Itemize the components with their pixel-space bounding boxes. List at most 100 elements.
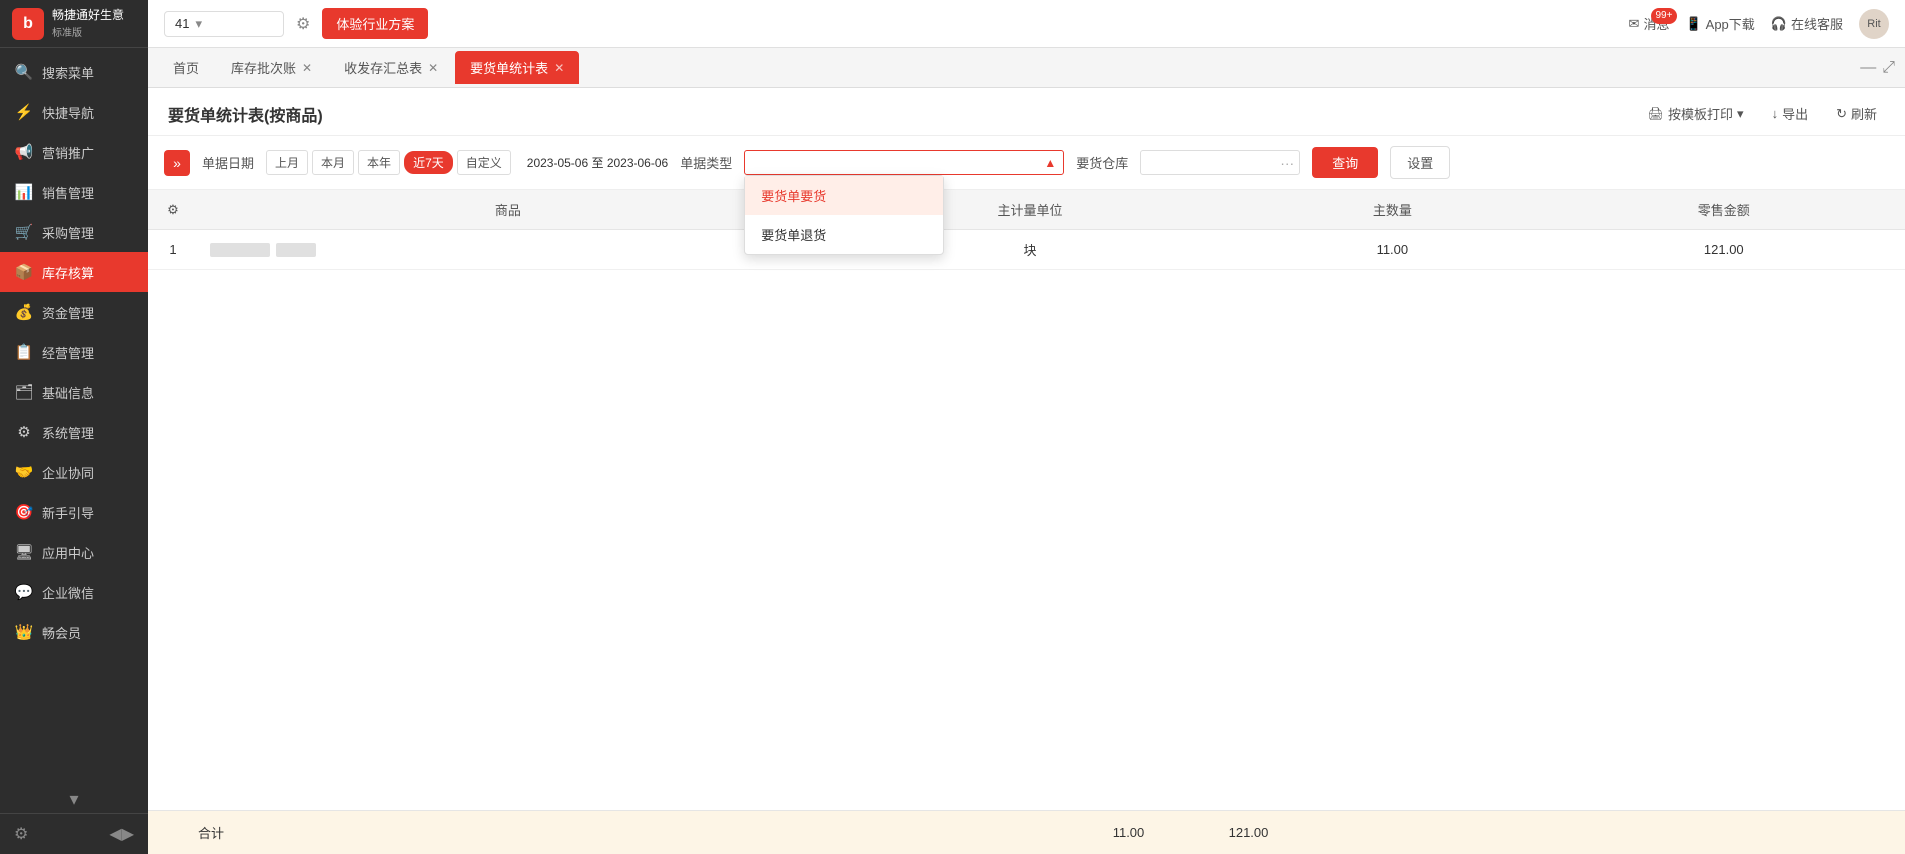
topbar-left: 41 ▾ ⚙ 体验行业方案: [164, 8, 1629, 39]
trial-button[interactable]: 体验行业方案: [322, 8, 428, 39]
sidebar-item-wechat[interactable]: 💬 企业微信: [0, 572, 148, 612]
date-label: 单据日期: [202, 153, 254, 172]
tab-home-label: 首页: [173, 58, 199, 77]
sidebar-item-label: 营销推广: [42, 143, 94, 162]
sidebar-scroll-down[interactable]: ▾: [0, 785, 148, 813]
expand-icon: »: [173, 155, 181, 171]
tabs-bar: 首页 库存批次账 ✕ 收发存汇总表 ✕ 要货单统计表 ✕ — ⤢: [148, 48, 1905, 88]
topbar-gear-icon[interactable]: ⚙: [296, 14, 310, 34]
operations-icon: 📋: [14, 342, 34, 362]
filter-bar: » 单据日期 上月 本月 本年 近7天 自定义 2023-05-06 至 202…: [148, 136, 1905, 190]
warehouse-input-wrapper: ···: [1140, 150, 1300, 175]
sidebar-item-inventory[interactable]: 📦 库存核算: [0, 252, 148, 292]
sidebar-footer: ⚙ ◀▶: [0, 813, 148, 854]
settings-footer-icon[interactable]: ⚙: [14, 824, 28, 844]
type-select-input[interactable]: [744, 150, 1064, 175]
dropdown-item-demand-return[interactable]: 要货单退货: [745, 215, 943, 254]
tab-summary-close[interactable]: ✕: [428, 61, 438, 75]
footer-qty: 11.00: [1069, 825, 1189, 840]
tab-summary-label: 收发存汇总表: [344, 58, 422, 77]
online-service-button[interactable]: 🎧 在线客服: [1771, 14, 1843, 33]
refresh-icon: ↻: [1836, 106, 1847, 122]
member-icon: 👑: [14, 622, 34, 642]
sidebar-item-operations[interactable]: 📋 经营管理: [0, 332, 148, 372]
col-settings[interactable]: ⚙: [148, 190, 198, 230]
footer-cells: 合计 11.00 121.00: [148, 823, 1905, 842]
date-btn-week7[interactable]: 近7天: [404, 151, 453, 174]
sidebar-item-label: 经营管理: [42, 343, 94, 362]
collapse-footer-icon[interactable]: ◀▶: [109, 824, 134, 844]
store-selector[interactable]: 41 ▾: [164, 11, 284, 37]
sidebar-item-search[interactable]: 🔍 搜索菜单: [0, 52, 148, 92]
table-header-row: ⚙ 商品 主计量单位 主数量 零售金额: [148, 190, 1905, 230]
sidebar-item-label: 销售管理: [42, 183, 94, 202]
sidebar-item-marketing[interactable]: 📢 营销推广: [0, 132, 148, 172]
row-product: [198, 230, 818, 270]
tab-demand-label: 要货单统计表: [470, 58, 548, 77]
wechat-icon: 💬: [14, 582, 34, 602]
warehouse-label: 要货仓库: [1076, 153, 1128, 172]
refresh-label: 刷新: [1851, 104, 1877, 123]
sidebar-item-member[interactable]: 👑 畅会员: [0, 612, 148, 652]
table-container: ⚙ 商品 主计量单位 主数量 零售金额 1: [148, 190, 1905, 810]
app-subtitle: 标准版: [52, 24, 124, 39]
row-qty: 11.00: [1242, 230, 1542, 270]
tab-fullscreen-icon[interactable]: ⤢: [1882, 59, 1895, 77]
tab-minimize-icon[interactable]: —: [1860, 59, 1876, 77]
type-dropdown: 要货单要货 要货单退货: [744, 175, 944, 255]
sidebar-item-label: 搜索菜单: [42, 63, 94, 82]
date-buttons: 上月 本月 本年 近7天 自定义: [266, 150, 511, 175]
export-button[interactable]: ↓ 导出: [1764, 100, 1817, 127]
sidebar-item-enterprise[interactable]: 🤝 企业协同: [0, 452, 148, 492]
refresh-button[interactable]: ↻ 刷新: [1828, 100, 1885, 127]
tab-demand-close[interactable]: ✕: [554, 61, 564, 75]
query-button[interactable]: 查询: [1312, 147, 1378, 178]
service-icon: 🎧: [1771, 16, 1787, 32]
tab-summary[interactable]: 收发存汇总表 ✕: [329, 51, 453, 84]
tab-home[interactable]: 首页: [158, 51, 214, 84]
sidebar-item-appstore[interactable]: 🖥 应用中心: [0, 532, 148, 572]
date-btn-up[interactable]: 上月: [266, 150, 308, 175]
marketing-icon: 📢: [14, 142, 34, 162]
topbar: 41 ▾ ⚙ 体验行业方案 ✉ 消息 99+ 📱 App下载 🎧 在线客服 Ri…: [148, 0, 1905, 48]
online-service-label: 在线客服: [1791, 14, 1843, 33]
sidebar-item-basic[interactable]: 🗂 基础信息: [0, 372, 148, 412]
avatar[interactable]: Rit: [1859, 9, 1889, 39]
sidebar-item-label: 系统管理: [42, 423, 94, 442]
date-btn-year[interactable]: 本年: [358, 150, 400, 175]
download-icon: 📱: [1685, 16, 1701, 32]
row-no: 1: [148, 230, 198, 270]
sidebar-item-quicknav[interactable]: ⚡ 快捷导航: [0, 92, 148, 132]
sidebar-item-guide[interactable]: 🎯 新手引导: [0, 492, 148, 532]
dropdown-item-demand-order[interactable]: 要货单要货: [745, 176, 943, 215]
app-download-button[interactable]: 📱 App下载: [1685, 14, 1754, 33]
sidebar-item-system[interactable]: ⚙ 系统管理: [0, 412, 148, 452]
sidebar-item-purchase[interactable]: 🛒 采购管理: [0, 212, 148, 252]
system-icon: ⚙: [14, 422, 34, 442]
tab-demand[interactable]: 要货单统计表 ✕: [455, 51, 579, 84]
sidebar-item-label: 库存核算: [42, 263, 94, 282]
type-select-wrapper: ▲ 要货单要货 要货单退货: [744, 150, 1064, 175]
enterprise-icon: 🤝: [14, 462, 34, 482]
main-area: 41 ▾ ⚙ 体验行业方案 ✉ 消息 99+ 📱 App下载 🎧 在线客服 Ri…: [148, 0, 1905, 854]
tab-batch[interactable]: 库存批次账 ✕: [216, 51, 327, 84]
tab-batch-close[interactable]: ✕: [302, 61, 312, 75]
topbar-right: ✉ 消息 99+ 📱 App下载 🎧 在线客服 Rit: [1629, 9, 1889, 39]
messages-button[interactable]: ✉ 消息 99+: [1629, 14, 1670, 33]
date-btn-current[interactable]: 本月: [312, 150, 354, 175]
sidebar-item-sales[interactable]: 📊 销售管理: [0, 172, 148, 212]
guide-icon: 🎯: [14, 502, 34, 522]
sidebar-item-finance[interactable]: 💰 资金管理: [0, 292, 148, 332]
type-select-arrow-icon[interactable]: ▲: [1044, 156, 1056, 170]
print-button[interactable]: 🖨 按模板打印 ▾: [1640, 100, 1752, 127]
settings-button[interactable]: 设置: [1390, 146, 1450, 179]
warehouse-more-icon[interactable]: ···: [1280, 155, 1294, 171]
warehouse-input[interactable]: [1140, 150, 1300, 175]
date-btn-custom[interactable]: 自定义: [457, 150, 511, 175]
sidebar-item-label: 畅会员: [42, 623, 81, 642]
app-logo: b: [12, 8, 44, 40]
messages-badge: 99+: [1651, 8, 1678, 24]
col-amount: 零售金额: [1543, 190, 1905, 230]
sidebar-item-label: 资金管理: [42, 303, 94, 322]
filter-expand-button[interactable]: »: [164, 150, 190, 176]
